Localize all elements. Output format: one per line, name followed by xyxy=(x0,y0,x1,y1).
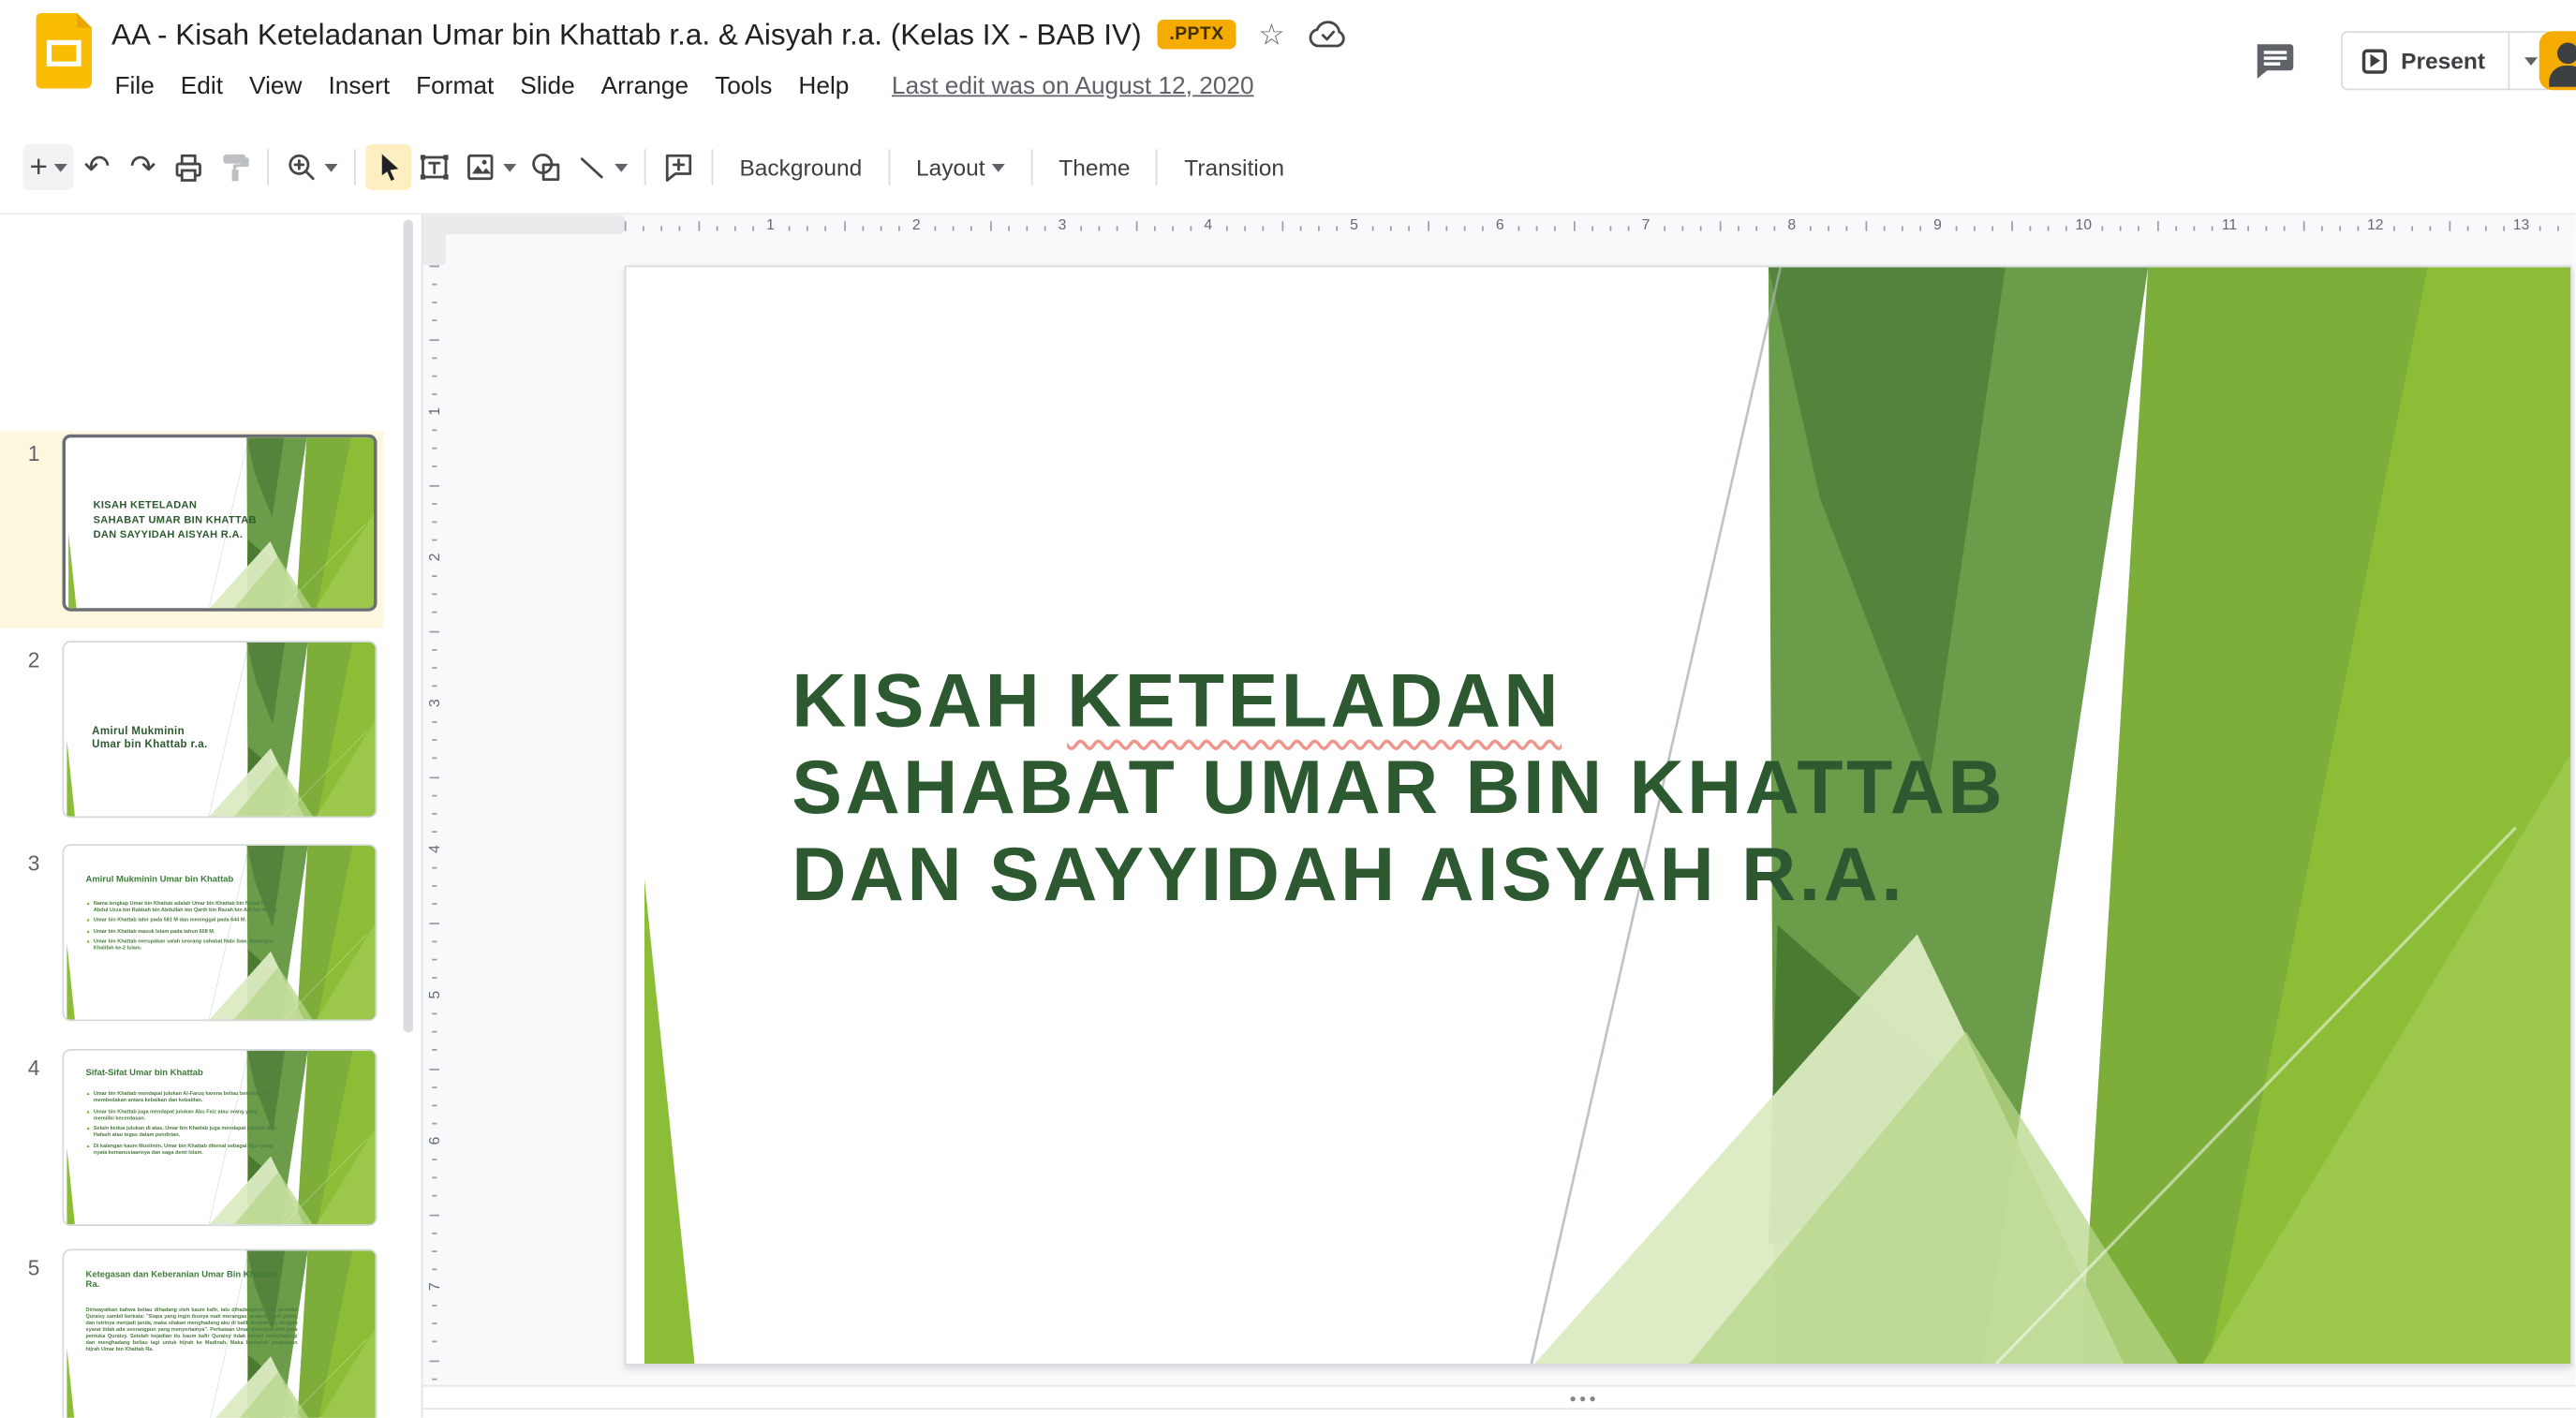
google-slides-logo[interactable] xyxy=(36,13,93,89)
account-avatar[interactable] xyxy=(2539,31,2576,91)
slide-number: 2 xyxy=(27,647,40,672)
thumb-bullets: ▲ Umar bin Khattab mendapat julukan Al-Fa… xyxy=(85,1090,277,1155)
star-icon[interactable]: ☆ xyxy=(1258,20,1284,50)
insert-shape-button[interactable] xyxy=(523,144,569,190)
thumb-title-text: Amirul Mukminin Umar bin Khattab r.a. xyxy=(92,726,208,752)
menu-view[interactable]: View xyxy=(236,68,315,103)
menu-insert[interactable]: Insert xyxy=(315,68,403,103)
thumb-bullets: ▲ Nama lengkap Umar bin Khattab adalah Um… xyxy=(85,899,278,952)
toolbar-separator xyxy=(1030,149,1033,185)
menu-tools[interactable]: Tools xyxy=(702,68,785,103)
slide-page[interactable]: KISAH KETELADAN SAHABAT UMAR BIN KHATTAB… xyxy=(624,265,2572,1366)
thumb-heading: Ketegasan dan Keberanian Umar Bin Khatta… xyxy=(85,1269,276,1291)
print-button[interactable] xyxy=(166,144,212,190)
thumb-title-text: KISAH KETELADAN SAHABAT UMAR BIN KHATTAB… xyxy=(93,500,257,540)
filmstrip-scrollbar[interactable] xyxy=(403,219,413,1033)
bottom-strip xyxy=(422,1411,2576,1418)
chevron-down-icon xyxy=(324,163,338,171)
slide-thumb-canvas[interactable]: Ketegasan dan Keberanian Umar Bin Khatta… xyxy=(62,1248,378,1418)
slide-number: 1 xyxy=(27,440,40,465)
thumb-heading: Amirul Mukminin Umar bin Khattab xyxy=(85,875,234,886)
slide-filmstrip: 1 KISAH KETELADAN SAHABAT UMAR BIN KHATT… xyxy=(0,214,423,1418)
insert-comment-button[interactable] xyxy=(656,144,702,190)
slide-thumbnail-5[interactable]: 5 Ketegasan dan Keberanian Umar Bin Khat… xyxy=(0,1248,422,1418)
slide-thumbnail-1[interactable]: 1 KISAH KETELADAN SAHABAT UMAR BIN KHATT… xyxy=(0,431,422,628)
thumb-body-text: Diriwayatkan bahwa beliau dihadang oleh … xyxy=(85,1306,298,1353)
present-label: Present xyxy=(2401,47,2485,74)
last-edit-link[interactable]: Last edit was on August 12, 2020 xyxy=(892,71,1254,99)
chevron-down-icon xyxy=(614,163,629,171)
slide-title-text[interactable]: KISAH KETELADAN SAHABAT UMAR BIN KHATTAB… xyxy=(792,657,2006,918)
menu-edit[interactable]: Edit xyxy=(168,68,236,103)
slide-thumbnail-3[interactable]: 3 Amirul Mukminin Umar bin Khattab ▲ Nama… xyxy=(0,844,422,1034)
drag-handle-icon[interactable] xyxy=(1570,1396,1601,1402)
slide-thumbnail-2[interactable]: 2 Amirul Mukminin Umar bin Khattab r.a. xyxy=(0,641,422,831)
new-slide-button[interactable]: + xyxy=(22,144,74,190)
google-slides-window: AA - Kisah Keteladanan Umar bin Khattab … xyxy=(0,0,2576,1418)
menu-slide[interactable]: Slide xyxy=(507,68,587,103)
menu-help[interactable]: Help xyxy=(785,68,862,103)
horizontal-ruler: 1 2 3 4 5 6 7 8 9 10 11 12 13 xyxy=(422,214,2576,235)
document-title[interactable]: AA - Kisah Keteladanan Umar bin Khattab … xyxy=(111,17,1142,52)
ruler-margin xyxy=(422,234,446,266)
slide-number: 3 xyxy=(27,850,40,876)
background-button[interactable]: Background xyxy=(723,146,879,189)
transition-button[interactable]: Transition xyxy=(1168,146,1301,189)
ruler-margin xyxy=(422,214,625,235)
slide-thumbnail-4[interactable]: 4 Sifat-Sifat Umar bin Khattab ▲ Umar bin… xyxy=(0,1049,422,1239)
cloud-status-icon[interactable] xyxy=(1308,20,1347,50)
thumb-heading: Sifat-Sifat Umar bin Khattab xyxy=(85,1068,203,1078)
theme-button[interactable]: Theme xyxy=(1043,146,1147,189)
select-tool-button[interactable] xyxy=(365,144,412,190)
text-box-button[interactable] xyxy=(411,144,457,190)
toolbar-separator xyxy=(888,149,890,185)
insert-line-button[interactable] xyxy=(569,144,634,190)
menu-arrange[interactable]: Arrange xyxy=(588,68,702,103)
chevron-down-icon xyxy=(991,163,1005,171)
menu-format[interactable]: Format xyxy=(403,68,507,103)
slide-thumb-canvas[interactable]: KISAH KETELADAN SAHABAT UMAR BIN KHATTAB… xyxy=(62,434,378,612)
misspelled-word: KETELADAN xyxy=(1067,657,1562,743)
toolbar-separator xyxy=(1156,149,1159,185)
toolbar-separator xyxy=(267,149,270,185)
undo-button[interactable]: ↶ xyxy=(74,144,120,190)
present-button-group: Present xyxy=(2340,31,2553,91)
insert-image-button[interactable] xyxy=(457,144,523,190)
paint-format-button[interactable] xyxy=(212,144,258,190)
pptx-badge: .PPTX xyxy=(1158,20,1236,50)
menu-file[interactable]: File xyxy=(102,68,168,103)
editing-canvas[interactable]: 1 2 3 4 5 6 7 8 9 10 11 12 13 1234567 KISAH KETELADA… xyxy=(422,214,2576,1385)
slide-thumb-canvas[interactable]: Amirul Mukminin Umar bin Khattab r.a. xyxy=(62,641,378,819)
chevron-down-icon xyxy=(53,163,67,171)
comment-history-icon[interactable] xyxy=(2252,41,2295,81)
menu-bar: File Edit View Insert Format Slide Arran… xyxy=(102,66,1254,105)
toolbar-separator xyxy=(711,149,714,185)
toolbar: + ↶ ↷ Background Layout Theme Transition xyxy=(0,121,2576,215)
redo-button[interactable]: ↷ xyxy=(120,144,166,190)
layout-button[interactable]: Layout xyxy=(899,146,1021,189)
present-button[interactable]: Present xyxy=(2342,33,2508,89)
chevron-down-icon xyxy=(2524,56,2538,66)
slide-number: 4 xyxy=(27,1056,40,1081)
vertical-ruler: 1234567 xyxy=(422,234,446,1385)
toolbar-separator xyxy=(644,149,646,185)
toolbar-separator xyxy=(354,149,356,185)
slide-thumb-canvas[interactable]: Amirul Mukminin Umar bin Khattab ▲ Nama l… xyxy=(62,844,378,1022)
speaker-notes-divider[interactable] xyxy=(422,1384,2576,1410)
slide-thumb-canvas[interactable]: Sifat-Sifat Umar bin Khattab ▲ Umar bin K… xyxy=(62,1049,378,1226)
chevron-down-icon xyxy=(503,163,517,171)
slide-number: 5 xyxy=(27,1255,40,1280)
zoom-button[interactable] xyxy=(279,144,345,190)
app-header: AA - Kisah Keteladanan Umar bin Khattab … xyxy=(0,0,2576,122)
present-play-icon xyxy=(2361,48,2387,73)
